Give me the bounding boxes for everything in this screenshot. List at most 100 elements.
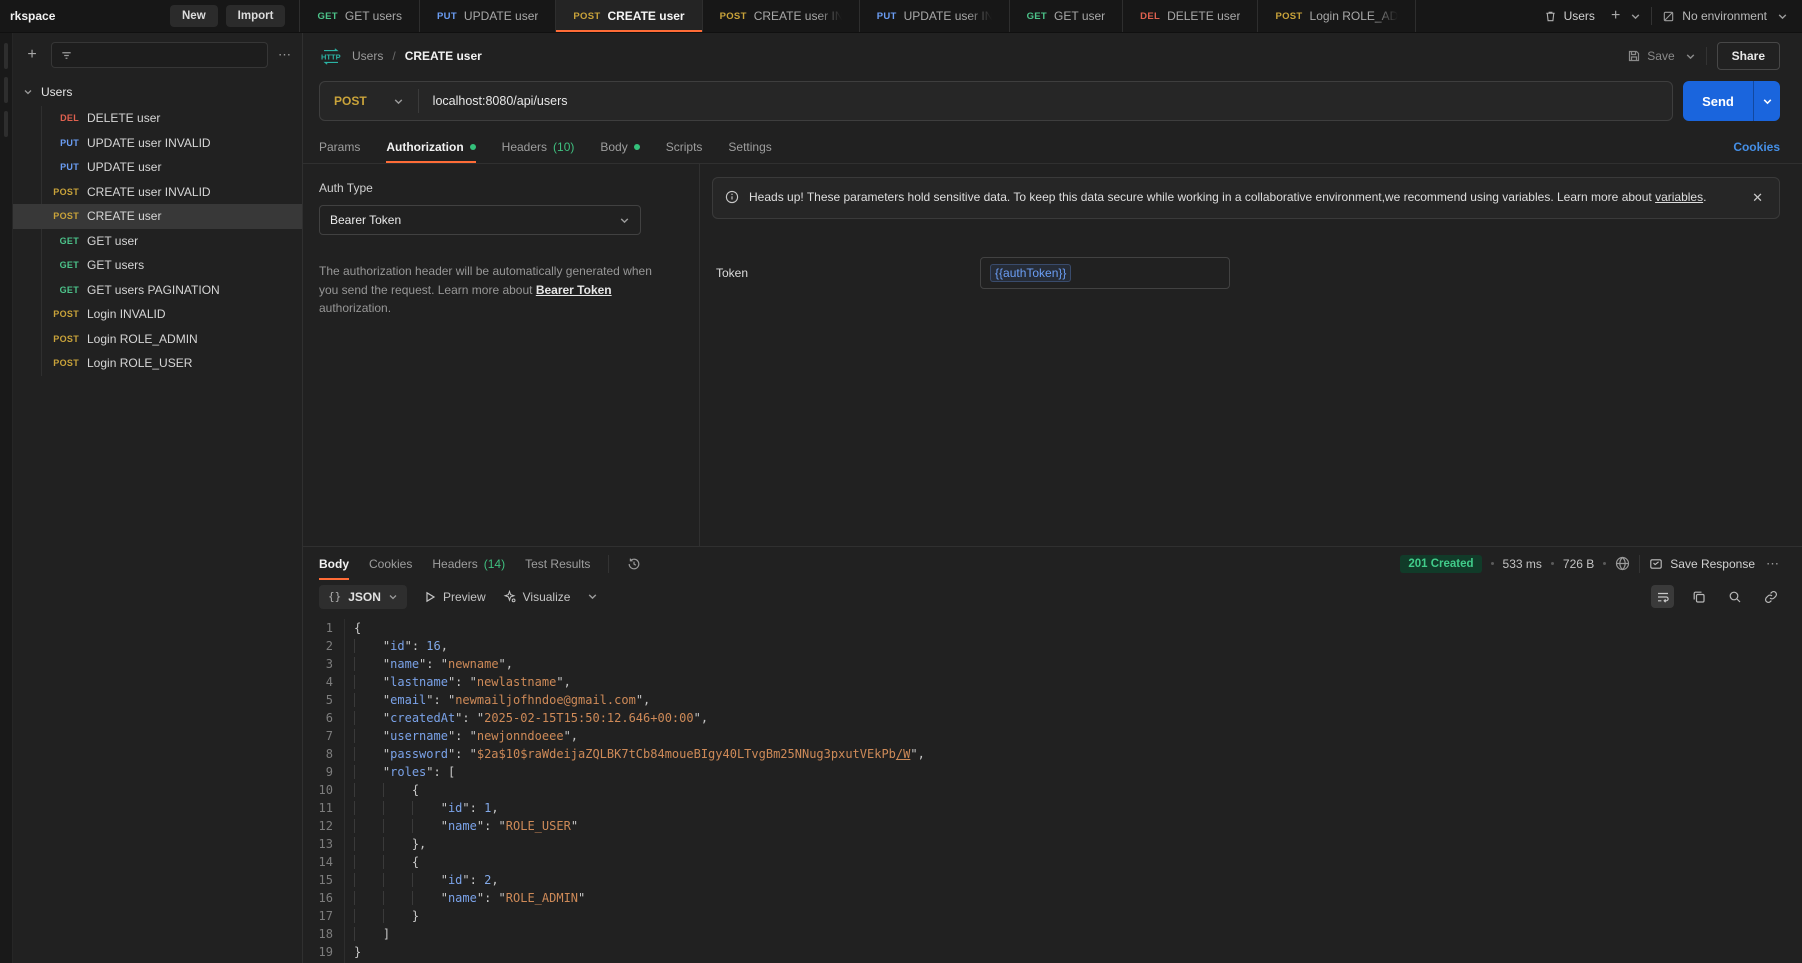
request-tab-label: Settings <box>728 140 771 154</box>
collection-tab-users[interactable]: Users <box>1538 9 1601 23</box>
workspace-label[interactable]: rkspace <box>0 0 170 32</box>
request-tab-authorization[interactable]: Authorization <box>386 131 475 163</box>
banner-close-icon[interactable]: ✕ <box>1748 188 1767 208</box>
breadcrumb-separator: / <box>392 49 395 63</box>
body-format-select[interactable]: {} JSON <box>319 585 407 609</box>
request-tab-headers[interactable]: Headers(10) <box>502 131 575 163</box>
open-tab[interactable]: POSTCREATE user <box>556 0 702 32</box>
send-button[interactable]: Send <box>1683 81 1753 121</box>
collection-row-users[interactable]: Users <box>13 78 302 106</box>
save-response-button[interactable]: Save Response <box>1649 557 1755 571</box>
environment-selector[interactable]: No environment <box>1662 9 1767 23</box>
preview-button[interactable]: Preview <box>424 590 486 604</box>
request-tab-params[interactable]: Params <box>319 131 360 163</box>
code-token: : [ <box>434 765 456 779</box>
filter-icon <box>60 49 73 62</box>
open-tab[interactable]: GETGET user <box>1010 0 1124 32</box>
request-tab-body[interactable]: Body <box>600 131 639 163</box>
cookies-link[interactable]: Cookies <box>1733 140 1780 154</box>
new-tab-button[interactable]: + <box>1611 8 1620 24</box>
request-list-item[interactable]: POSTLogin INVALID <box>13 302 302 327</box>
sidebar-filter-input[interactable] <box>51 42 268 68</box>
request-list-item[interactable]: POSTCREATE user INVALID <box>13 180 302 205</box>
line-number: 19 <box>303 943 333 961</box>
code-line: } <box>354 907 1802 925</box>
import-button[interactable]: Import <box>226 5 286 27</box>
open-tab[interactable]: POSTLogin ROLE_ADM <box>1258 0 1415 32</box>
response-tab-cookies[interactable]: Cookies <box>369 547 412 580</box>
send-options-button[interactable] <box>1753 81 1780 121</box>
method-selector[interactable]: POST <box>320 94 418 108</box>
request-tab-settings[interactable]: Settings <box>728 131 771 163</box>
line-number: 7 <box>303 727 333 745</box>
breadcrumb-collection[interactable]: Users <box>352 49 383 63</box>
request-list-item[interactable]: POSTLogin ROLE_ADMIN <box>13 327 302 352</box>
code-line: "email": "newmailjofhndoe@gmail.com", <box>354 691 1802 709</box>
code-token: " <box>910 747 917 761</box>
tab-list-chevron-icon[interactable] <box>1630 11 1641 22</box>
request-method-label: PUT <box>27 138 79 148</box>
open-tab[interactable]: GETGET users <box>300 0 420 32</box>
sidebar-more-button[interactable]: ⋯ <box>276 47 294 63</box>
response-tab-body[interactable]: Body <box>319 547 349 580</box>
variables-link[interactable]: variables <box>1655 190 1703 204</box>
copy-icon[interactable] <box>1687 585 1710 608</box>
response-more-button[interactable]: ⋯ <box>1764 556 1782 572</box>
code-token: : <box>412 639 426 653</box>
code-token: , <box>564 675 571 689</box>
bearer-token-link[interactable]: Bearer Token <box>536 283 612 297</box>
preview-label: Preview <box>443 590 486 604</box>
environment-chevron-icon[interactable] <box>1777 11 1788 22</box>
save-button[interactable]: Save <box>1627 49 1674 63</box>
response-tab-headers[interactable]: Headers(14) <box>432 547 505 580</box>
line-number: 18 <box>303 925 333 943</box>
new-button[interactable]: New <box>170 5 218 27</box>
save-options-chevron-icon[interactable] <box>1685 51 1696 62</box>
request-list-item[interactable]: PUTUPDATE user INVALID <box>13 131 302 156</box>
link-icon[interactable] <box>1759 585 1782 608</box>
sidebar-add-button[interactable]: + <box>21 46 43 64</box>
open-tab[interactable]: PUTUPDATE user <box>420 0 556 32</box>
code-token: newname <box>448 657 499 671</box>
visualize-button[interactable]: Visualize <box>503 590 571 604</box>
share-button[interactable]: Share <box>1717 42 1780 70</box>
request-config-tabs: Params Authorization Headers(10) Body Script… <box>303 131 1802 164</box>
request-list-item[interactable]: POSTCREATE user <box>13 204 302 229</box>
request-list-item[interactable]: DELDELETE user <box>13 106 302 131</box>
search-icon[interactable] <box>1723 585 1746 608</box>
auth-description: The authorization header will be automat… <box>319 262 663 318</box>
response-tab-test-results[interactable]: Test Results <box>525 547 590 580</box>
indent-guide <box>354 801 383 815</box>
request-list-item[interactable]: PUTUPDATE user <box>13 155 302 180</box>
topbar-buttons: New Import <box>170 0 299 32</box>
request-tab-label: Params <box>319 140 360 154</box>
response-size: 726 B <box>1563 557 1594 571</box>
request-list-item[interactable]: GETGET user <box>13 229 302 254</box>
token-input[interactable]: {{authToken}} <box>980 257 1230 289</box>
wrap-text-button[interactable] <box>1651 585 1674 608</box>
code-token: : <box>455 729 469 743</box>
svg-text:HTTP: HTTP <box>321 52 341 61</box>
code-token: , <box>491 801 498 815</box>
topbar-right: Users + No environment <box>1528 0 1802 32</box>
method-value: POST <box>334 94 367 108</box>
tab-title: CREATE user <box>607 9 684 23</box>
open-tab[interactable]: PUTUPDATE user INV <box>860 0 1010 32</box>
indent-guide <box>383 783 412 797</box>
code-token: username <box>390 729 448 743</box>
open-tab[interactable]: DELDELETE user <box>1123 0 1258 32</box>
url-input[interactable]: localhost:8080/api/users <box>419 94 568 108</box>
response-tabs-divider <box>608 555 609 573</box>
code-token: " <box>441 801 448 815</box>
request-tab-scripts[interactable]: Scripts <box>666 131 703 163</box>
request-list-item[interactable]: GETGET users PAGINATION <box>13 278 302 303</box>
request-list-item[interactable]: GETGET users <box>13 253 302 278</box>
code-line: "name": "ROLE_ADMIN" <box>354 889 1802 907</box>
view-options-chevron-icon[interactable] <box>587 591 598 602</box>
request-list-item[interactable]: POSTLogin ROLE_USER <box>13 351 302 376</box>
open-tab[interactable]: POSTCREATE user INV <box>703 0 860 32</box>
auth-type-select[interactable]: Bearer Token <box>319 205 641 235</box>
history-icon[interactable] <box>627 557 641 571</box>
network-globe-icon[interactable] <box>1615 556 1630 571</box>
code-token: " <box>462 801 469 815</box>
